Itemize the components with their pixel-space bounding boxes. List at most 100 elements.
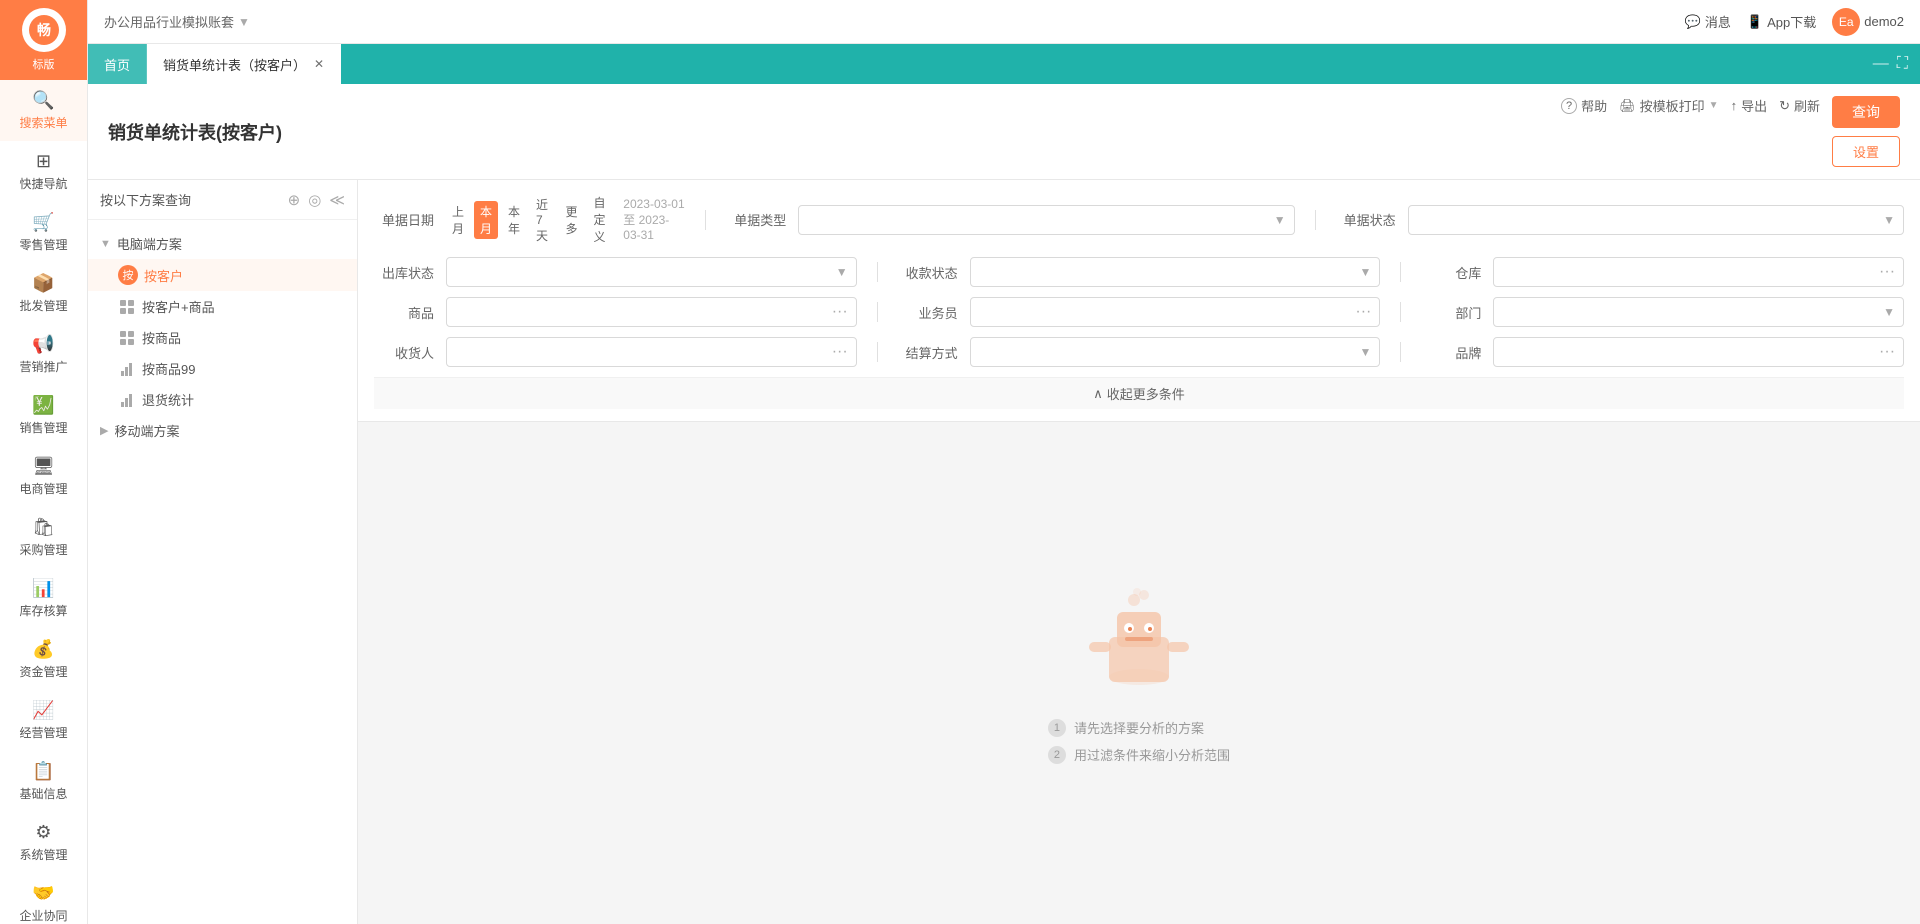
inventory-icon: 📊 [32, 578, 54, 599]
warehouse-dots-icon: ··· [1879, 263, 1895, 281]
sidebar-item-finance[interactable]: 💰 资金管理 [0, 629, 87, 690]
tree-mobile-expand-icon: ▶ [100, 424, 108, 437]
tree-by-product[interactable]: 按商品 [88, 322, 357, 353]
user-profile[interactable]: Ea demo2 [1832, 8, 1904, 36]
brand-select[interactable]: ··· [1493, 337, 1904, 367]
date-btn-last-month[interactable]: 上月 [446, 201, 470, 239]
tree-desktop-parent[interactable]: ▼ 电脑端方案 [88, 228, 357, 259]
tree-by-customer-product[interactable]: 按客户+商品 [88, 291, 357, 322]
sidebar-item-operation[interactable]: 📈 经营管理 [0, 690, 87, 751]
warehouse-select[interactable]: ··· [1493, 257, 1904, 287]
date-btn-more[interactable]: 更多 [559, 201, 583, 239]
collect-status-label: 收款状态 [898, 263, 958, 282]
tab-sales-stat-label: 销货单统计表（按客户） [163, 55, 306, 74]
account-dropdown[interactable]: 办公用品行业模拟账套 ▼ [104, 12, 250, 31]
print-button[interactable]: 🖨 按模板打印 ▼ [1619, 96, 1718, 115]
sidebar-item-sales[interactable]: 💹 销售管理 [0, 385, 87, 446]
app-download-button[interactable]: 📱 App下载 [1747, 12, 1816, 31]
product-select[interactable]: ··· [446, 297, 857, 327]
basic-icon: 📋 [32, 761, 54, 782]
date-btn-7days[interactable]: 近7天 [530, 194, 555, 246]
sidebar-item-sales-label: 销售管理 [19, 419, 67, 436]
return-stat-icon [118, 391, 136, 409]
sidebar-item-basic-label: 基础信息 [19, 785, 67, 802]
doc-type-select[interactable]: ▼ [798, 205, 1294, 235]
date-range: 2023-03-01 至 2023-03-31 [623, 197, 685, 242]
print-icon: 🖨 [1619, 98, 1636, 114]
wholesale-icon: 📦 [32, 273, 54, 294]
tab-home[interactable]: 首页 [88, 44, 147, 84]
date-btn-this-month[interactable]: 本月 [474, 201, 498, 239]
sidebar-item-collab[interactable]: 🤝 企业协同 [0, 873, 87, 924]
operation-icon: 📈 [32, 700, 54, 721]
sidebar-item-wholesale[interactable]: 📦 批发管理 [0, 263, 87, 324]
topbar-left: 办公用品行业模拟账套 ▼ [104, 12, 250, 31]
collapse-panel-icon[interactable]: ≪ [329, 191, 345, 209]
by-customer-product-icon [118, 298, 136, 316]
tab-maximize-icon[interactable]: ⛶ [1897, 55, 1908, 73]
out-status-label: 出库状态 [374, 263, 434, 282]
tree-expand-icon: ▼ [100, 238, 111, 250]
sidebar-item-ecommerce-label: 电商管理 [19, 480, 67, 497]
sidebar-item-retail-label: 零售管理 [19, 236, 67, 253]
tree-return-stat[interactable]: 退货统计 [88, 384, 357, 415]
tab-minimize-icon[interactable]: — [1873, 55, 1889, 73]
sidebar-item-marketing[interactable]: 📢 营销推广 [0, 324, 87, 385]
page-title: 销货单统计表(按客户) [108, 119, 282, 145]
sidebar-item-ecommerce[interactable]: 🖥 电商管理 [0, 446, 87, 507]
left-panel-header: 按以下方案查询 ⊕ ◎ ≪ [88, 180, 357, 220]
sidebar: 畅 标版 🔍 搜索菜单 ⊞ 快捷导航 🛒 零售管理 📦 批发管理 📢 营销推广 … [0, 0, 88, 924]
settings-button[interactable]: 设置 [1832, 136, 1900, 167]
add-scheme-icon[interactable]: ⊕ [288, 191, 301, 209]
app-download-label: App下载 [1767, 12, 1816, 31]
receiver-select[interactable]: ··· [446, 337, 857, 367]
message-button[interactable]: 💬 消息 [1685, 12, 1731, 31]
tabbar: 首页 销货单统计表（按客户） ✕ — ⛶ [88, 44, 1920, 84]
sidebar-item-search[interactable]: 🔍 搜索菜单 [0, 80, 87, 141]
tab-sales-stat[interactable]: 销货单统计表（按客户） ✕ [147, 44, 341, 84]
sidebar-item-retail[interactable]: 🛒 零售管理 [0, 202, 87, 263]
sidebar-menu: 🔍 搜索菜单 ⊞ 快捷导航 🛒 零售管理 📦 批发管理 📢 营销推广 💹 销售管… [0, 80, 87, 924]
dept-select[interactable]: ▼ [1493, 297, 1904, 327]
sidebar-item-purchase-label: 采购管理 [19, 541, 67, 558]
payment-arrow-icon: ▼ [1359, 345, 1371, 359]
download-icon: 📱 [1747, 14, 1763, 30]
sidebar-item-basic[interactable]: 📋 基础信息 [0, 751, 87, 812]
sidebar-logo[interactable]: 畅 标版 [0, 0, 87, 80]
refresh-button[interactable]: ↻ 刷新 [1779, 96, 1820, 115]
tree-by-product-99[interactable]: 按商品99 [88, 353, 357, 384]
left-panel-title: 按以下方案查询 [100, 190, 191, 209]
tip-text-1: 请先选择要分析的方案 [1074, 718, 1204, 737]
collect-status-select[interactable]: ▼ [970, 257, 1381, 287]
date-btn-custom[interactable]: 自定义 [588, 192, 616, 247]
payment-label: 结算方式 [898, 343, 958, 362]
tab-close-icon[interactable]: ✕ [314, 57, 324, 71]
by-product-icon [118, 329, 136, 347]
export-button[interactable]: ↑ 导出 [1731, 96, 1768, 115]
refresh-icon: ↻ [1779, 98, 1790, 114]
salesperson-select[interactable]: ··· [970, 297, 1381, 327]
sidebar-item-purchase[interactable]: 🛍 采购管理 [0, 507, 87, 568]
message-icon: 💬 [1685, 14, 1701, 30]
brand-dots-icon: ··· [1879, 343, 1895, 361]
sidebar-item-system-label: 系统管理 [19, 846, 67, 863]
topbar: 办公用品行业模拟账套 ▼ 💬 消息 📱 App下载 Ea demo2 [88, 0, 1920, 44]
sidebar-item-quick-nav[interactable]: ⊞ 快捷导航 [0, 141, 87, 202]
tree-section: ▼ 电脑端方案 按 按客户 按客户+商品 [88, 220, 357, 454]
payment-select[interactable]: ▼ [970, 337, 1381, 367]
tree-mobile-parent[interactable]: ▶ 移动端方案 [88, 415, 357, 446]
sidebar-item-system[interactable]: ⚙ 系统管理 [0, 812, 87, 873]
sidebar-item-inventory-label: 库存核算 [19, 602, 67, 619]
sidebar-item-inventory[interactable]: 📊 库存核算 [0, 568, 87, 629]
collapse-filter-button[interactable]: ∧ 收起更多条件 [374, 377, 1904, 409]
help-button[interactable]: ? 帮助 [1561, 96, 1607, 115]
doc-status-select[interactable]: ▼ [1408, 205, 1904, 235]
settings-scheme-icon[interactable]: ◎ [308, 191, 321, 209]
tree-by-customer-product-label: 按客户+商品 [142, 297, 215, 316]
tree-by-customer-label: 按客户 [144, 266, 183, 285]
date-btn-this-year[interactable]: 本年 [502, 201, 526, 239]
topbar-right: 💬 消息 📱 App下载 Ea demo2 [1685, 8, 1904, 36]
tree-by-customer[interactable]: 按 按客户 [88, 259, 357, 291]
out-status-select[interactable]: ▼ [446, 257, 857, 287]
query-button[interactable]: 查询 [1832, 96, 1900, 128]
